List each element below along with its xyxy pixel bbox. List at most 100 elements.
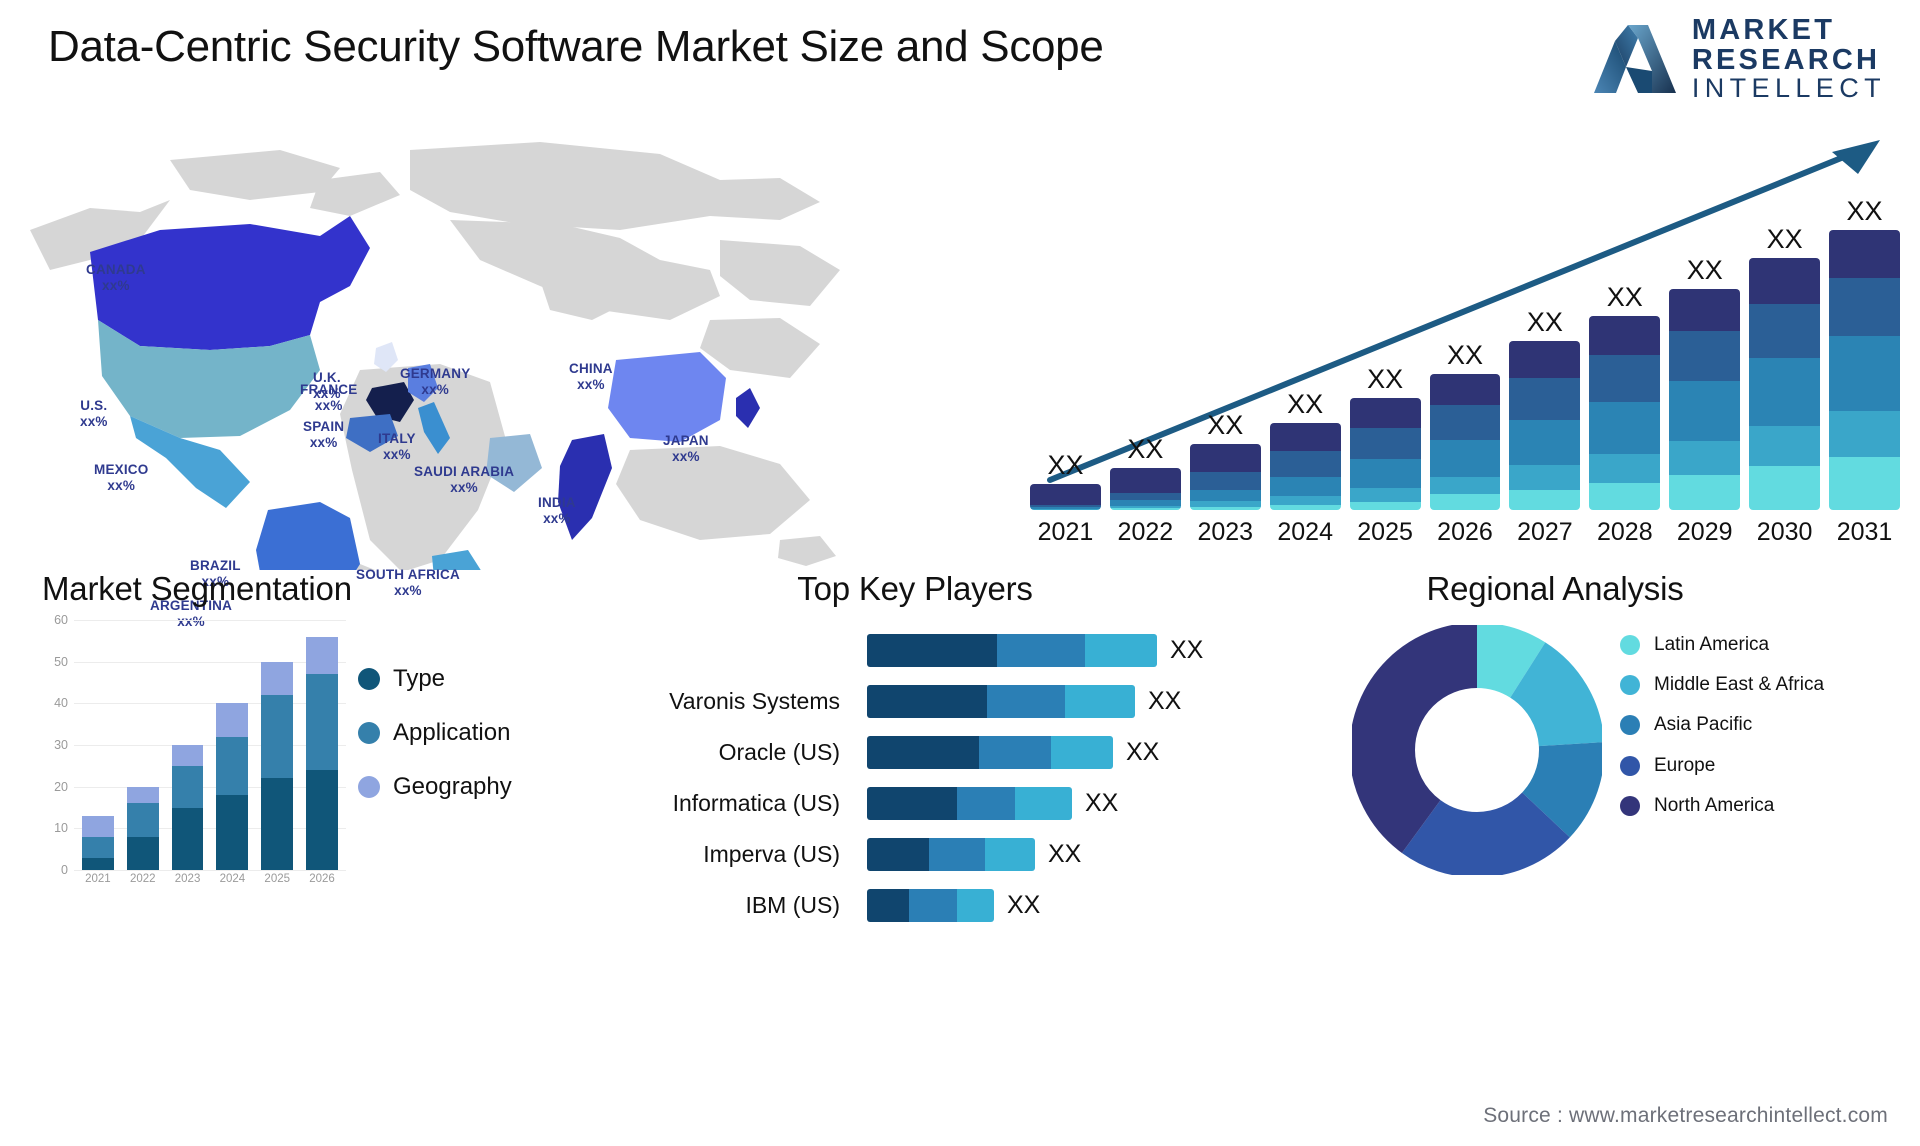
growth-bars: XX XX XX XX XX XX XX XX XX XX XX [1030,198,1900,510]
growth-bar-segment [1269,476,1341,496]
page-title: Data-Centric Security Software Market Si… [48,22,1104,71]
logo-line-intellect: INTELLECT [1691,73,1886,104]
segmentation-y-tick: 30 [54,738,68,752]
segmentation-y-tick: 0 [61,863,68,877]
key-player-value: XX [1170,635,1204,664]
regional-legend-label: North America [1654,794,1775,816]
regional-donut-graphic [1352,625,1602,875]
growth-bar-column: XX [1030,449,1101,510]
regional-donut-slice [1352,625,1602,875]
segmentation-bar-segment [261,695,294,779]
growth-bar-segment [1589,401,1661,454]
growth-bar-stack [1589,315,1661,510]
growth-bar-segment [1349,488,1421,503]
legend-color-dot [1620,675,1640,696]
growth-year-label: 2030 [1756,518,1813,546]
growth-bar-segment [1030,509,1101,510]
segmentation-bar-segment [171,745,204,766]
growth-bar-segment [1829,278,1900,336]
map-country-japan [736,388,760,428]
key-player-bar-segment [987,684,1065,718]
segmentation-bar-segment [306,636,338,675]
growth-year-label: 2022 [1117,518,1174,546]
key-player-value: XX [1126,737,1160,766]
top-key-players-list: XX Varonis Systems XX Oracle (US) XX Informat… [600,627,1340,933]
legend-color-dot [358,722,380,744]
regional-legend-item: Europe [1620,754,1910,777]
growth-bar-column: XX [1109,434,1181,510]
source-note: Source : www.marketresearchintellect.com [1483,1104,1888,1127]
key-player-bar-segment [867,888,909,922]
regional-legend-item: North America [1620,794,1910,817]
key-player-bar-segment [867,837,929,871]
growth-bar-segment [1349,398,1421,428]
segmentation-x-axis: 2021 2022 2023 2024 2025 2026 [74,873,346,885]
market-segmentation-panel: Market Segmentation 60 50 40 30 20 10 0 2021 20… [30,565,550,925]
growth-bar-stack [1749,258,1821,510]
growth-bar-segment [1189,506,1261,510]
segmentation-x-tick: 2024 [219,873,246,885]
key-player-bar-segment [909,888,957,922]
mountain-logo-icon [1592,23,1678,95]
key-player-bar-segment [1015,786,1072,820]
world-map-panel: CANADA xx% U.S. xx% MEXICO xx% BRAZIL xx% AR… [20,120,850,629]
map-label-france: FRANCE xx% [300,382,358,413]
growth-bar-segment [1749,303,1821,358]
growth-bar-segment [1269,422,1341,451]
growth-bar-segment [1189,489,1261,502]
key-player-bar [867,837,1035,871]
map-label-canada: CANADA xx% [86,262,146,293]
map-label-saudi-arabia: SAUDI ARABIA xx% [414,464,515,495]
key-player-name: IBM (US) [745,891,840,918]
segmentation-bar-segment [82,836,114,858]
segmentation-bar-segment [82,815,114,837]
key-player-bar-segment [985,837,1035,871]
growth-year-label: 2024 [1277,518,1333,546]
regional-legend-label: Latin America [1654,634,1770,655]
key-player-bar [867,684,1135,718]
growth-bar-value: XX [1047,449,1084,480]
key-player-bar-segment [957,786,1015,820]
growth-year-axis: 2021 2022 2023 2024 2025 2026 2027 2028 2029 2030… [1030,518,1900,554]
key-player-bar-segment [867,735,979,769]
segmentation-bar-segment [82,857,114,870]
segmentation-gridline [74,870,346,871]
regional-analysis-panel: Regional Analysis Latin America Middle Ea… [1320,565,1920,935]
key-player-row: XX [600,627,1340,673]
growth-bar-value: XX [1686,254,1723,285]
segmentation-bar-segment [306,770,338,870]
growth-bar-column: XX [1829,198,1900,510]
market-growth-chart: XX XX XX XX XX XX XX XX XX XX XX 2021 2022 2023 2024 2… [1020,130,1910,570]
key-player-bar [867,786,1072,820]
segmentation-y-tick: 40 [54,696,68,711]
growth-bar-segment [1429,476,1501,495]
legend-color-dot [1620,635,1640,655]
segmentation-legend-item: Type [358,665,512,693]
growth-bar-value: XX [1127,434,1164,464]
growth-bar-segment [1349,427,1421,460]
growth-bar-segment [1189,444,1261,473]
top-key-players-title: Top Key Players [797,570,1033,607]
segmentation-bar-column [216,620,249,870]
map-label-germany: GERMANY xx% [400,366,471,397]
growth-bar-segment [1749,466,1821,510]
key-player-bar-segment [1065,684,1135,718]
growth-bar-value: XX [1606,281,1643,312]
header: Data-Centric Security Software Market Si… [0,0,1920,120]
growth-bar-segment [1509,419,1581,466]
segmentation-bar-column [306,620,338,870]
segmentation-bar-segment [171,765,204,808]
growth-bar-stack [1269,422,1341,510]
growth-year-label: 2029 [1676,518,1733,546]
map-label-italy: ITALY xx% [378,431,416,462]
regional-donut-chart [1352,625,1602,875]
segmentation-y-axis: 60 50 40 30 20 10 0 [38,613,72,877]
growth-bar-column: XX [1349,366,1421,510]
segmentation-legend-label: Geography [393,773,512,800]
segmentation-legend: Type Application Geography [358,665,512,827]
growth-bar-value: XX [1846,196,1883,226]
key-player-bar [867,633,1157,667]
map-country-china [608,352,726,442]
logo-line-research: RESEARCH [1691,43,1881,76]
growth-bar-column: XX [1749,226,1821,510]
